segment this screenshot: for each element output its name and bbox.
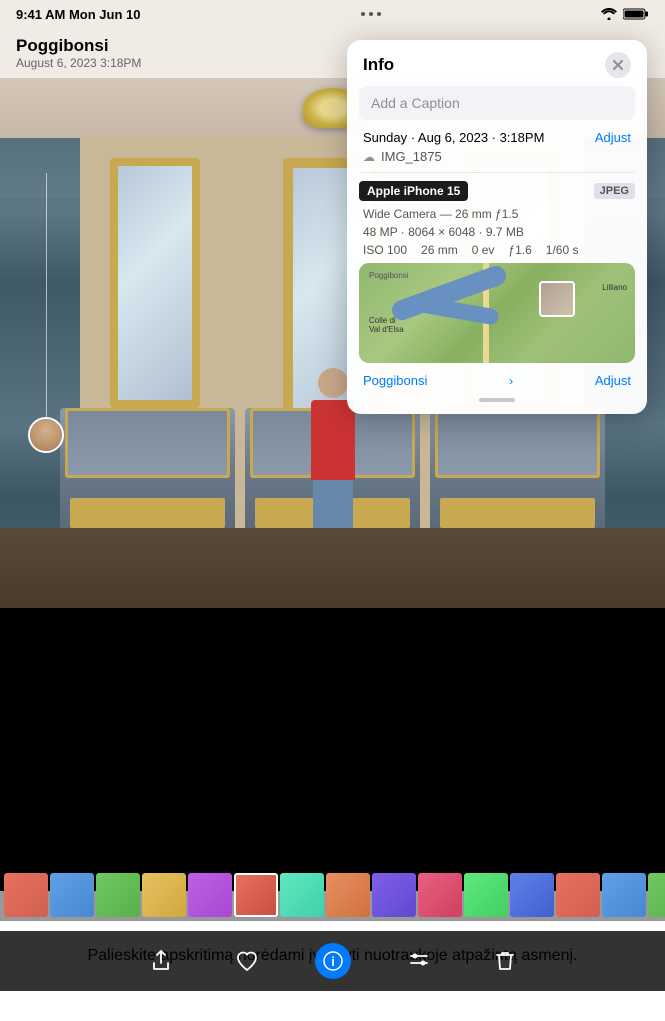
camera-model-badge: Apple iPhone 15: [359, 181, 468, 201]
info-location-row: Poggibonsi › Adjust: [347, 369, 647, 392]
bench-frame-left: [70, 498, 225, 528]
map-label-colle: Colle diVal d'Elsa: [369, 316, 404, 335]
location-name[interactable]: Poggibonsi: [363, 373, 427, 388]
person-body: [311, 400, 355, 480]
person-legs: [313, 480, 353, 530]
bench-right: [430, 408, 605, 528]
info-filename-row: ☁ IMG_1875: [347, 149, 647, 172]
dot3: [377, 12, 381, 16]
adjust-icon: [407, 949, 431, 973]
person-indicator-avatar: [30, 419, 62, 451]
dot2: [369, 12, 373, 16]
trash-icon: [494, 949, 516, 973]
thumbnail-7[interactable]: [280, 873, 324, 917]
bench-back-left: [65, 408, 230, 478]
heart-icon: [235, 949, 259, 973]
location-arrow-icon: ›: [509, 374, 513, 388]
close-icon: [613, 60, 623, 70]
indicator-line: [46, 173, 47, 453]
datetime-adjust-button[interactable]: Adjust: [595, 130, 631, 145]
info-panel: Info Add a Caption Sunday · Aug 6, 2023 …: [347, 40, 647, 414]
camera-spec-row2: 48 MP · 8064 × 6048 · 9.7 MB: [347, 223, 647, 241]
bottom-toolbar: i: [0, 931, 665, 991]
thumbnail-15[interactable]: [648, 873, 665, 917]
map-label-lilliano: Lilliano: [602, 283, 627, 292]
home-indicator: [273, 1011, 393, 1015]
thumbnail-13[interactable]: [556, 873, 600, 917]
info-header: Info: [347, 40, 647, 86]
ev-value: 0 ev: [472, 243, 495, 257]
thumbnail-row: [0, 873, 665, 917]
person-head: [318, 368, 348, 398]
map-label-poggibonsi: Poggibonsi: [369, 271, 409, 280]
info-button[interactable]: i: [315, 943, 351, 979]
bench-frame-right: [440, 498, 595, 528]
thumbnail-5[interactable]: [188, 873, 232, 917]
thumbnail-12[interactable]: [510, 873, 554, 917]
info-title: Info: [363, 55, 394, 75]
info-datetime: Sunday · Aug 6, 2023 · 3:18PM: [363, 130, 544, 145]
info-close-button[interactable]: [605, 52, 631, 78]
aperture-value: ƒ1.6: [508, 243, 531, 257]
thumbnail-3[interactable]: [96, 873, 140, 917]
camera-spec-row3: ISO 100 26 mm 0 ev ƒ1.6 1/60 s: [347, 241, 647, 263]
thumbnail-9[interactable]: [372, 873, 416, 917]
thumbnail-4[interactable]: [142, 873, 186, 917]
camera-badge-row: Apple iPhone 15 JPEG: [347, 181, 647, 205]
thumbnail-strip[interactable]: [0, 869, 665, 921]
camera-spec-row1: Wide Camera — 26 mm ƒ1.5: [347, 205, 647, 223]
battery-icon: [623, 8, 649, 20]
thumbnail-1[interactable]: [4, 873, 48, 917]
jpeg-badge: JPEG: [594, 183, 635, 199]
bench-left: [60, 408, 235, 528]
iso-value: ISO 100: [363, 243, 407, 257]
thumbnail-6-active[interactable]: [234, 873, 278, 917]
info-divider-camera: [359, 172, 635, 173]
share-icon: [149, 949, 173, 973]
info-icon: i: [323, 951, 343, 971]
cloud-icon: ☁: [363, 150, 375, 164]
thumbnail-14[interactable]: [602, 873, 646, 917]
map-photo-thumb-inner: [541, 283, 573, 315]
thumbnail-10[interactable]: [418, 873, 462, 917]
status-bar: 9:41 AM Mon Jun 10: [0, 0, 665, 28]
person-indicator[interactable]: [28, 417, 64, 453]
location-adjust-button[interactable]: Adjust: [595, 373, 631, 388]
svg-text:i: i: [331, 954, 335, 969]
info-filename: IMG_1875: [381, 149, 442, 164]
shutter-value: 1/60 s: [546, 243, 579, 257]
map-photo-thumbnail: [539, 281, 575, 317]
caption-input[interactable]: Add a Caption: [359, 86, 635, 120]
status-icons: [601, 8, 649, 20]
floor: [0, 528, 665, 608]
focal-value: 26 mm: [421, 243, 458, 257]
trash-button[interactable]: [487, 943, 523, 979]
adjust-button[interactable]: [401, 943, 437, 979]
info-datetime-row: Sunday · Aug 6, 2023 · 3:18PM Adjust: [347, 130, 647, 149]
thumbnail-11[interactable]: [464, 873, 508, 917]
thumbnail-8[interactable]: [326, 873, 370, 917]
heart-button[interactable]: [229, 943, 265, 979]
status-center-dots: [361, 12, 381, 16]
info-map[interactable]: Poggibonsi Colle diVal d'Elsa Lilliano: [359, 263, 635, 363]
status-time: 9:41 AM Mon Jun 10: [16, 7, 140, 22]
dot1: [361, 12, 365, 16]
bench-back-right: [435, 408, 600, 478]
drag-handle[interactable]: [479, 398, 515, 402]
share-button[interactable]: [143, 943, 179, 979]
thumbnail-2[interactable]: [50, 873, 94, 917]
wifi-icon: [601, 8, 617, 20]
